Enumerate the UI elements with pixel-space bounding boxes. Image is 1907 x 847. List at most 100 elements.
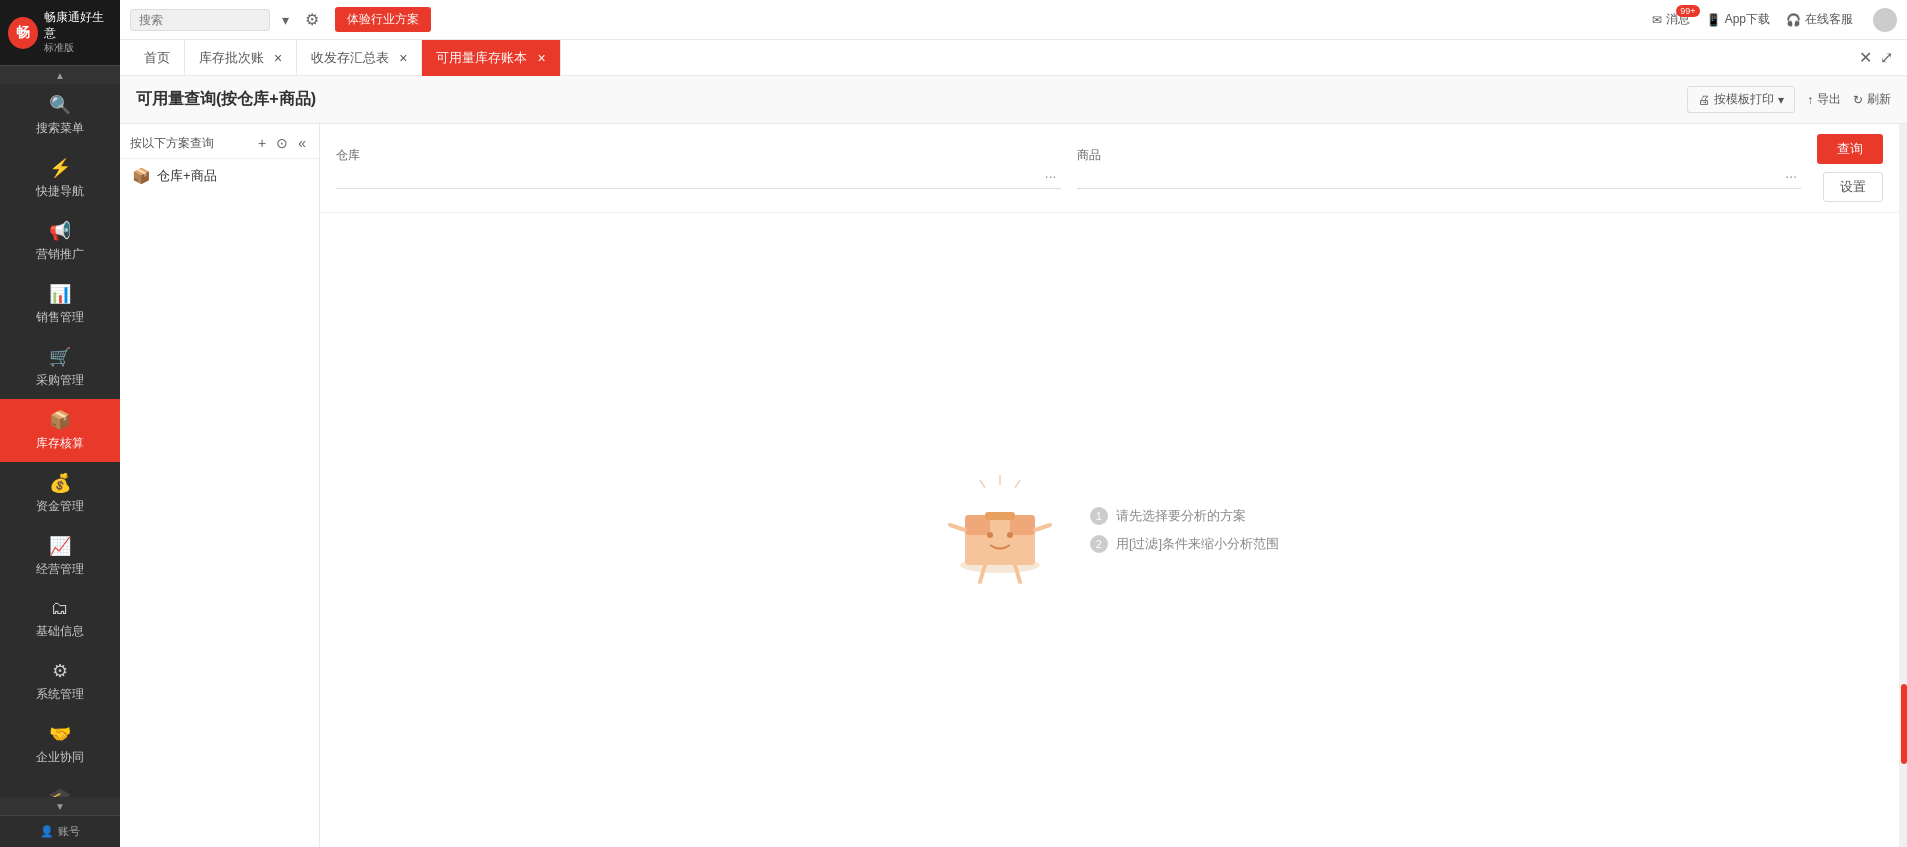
scheme-header: 按以下方案查询 + ⊙ «	[120, 124, 319, 159]
scheme-panel: 按以下方案查询 + ⊙ « 📦 仓库+商品	[120, 124, 320, 847]
tab-label: 库存批次账	[199, 49, 264, 67]
sidebar-icon: 🔍	[49, 94, 71, 116]
sidebar-user[interactable]: 👤 账号	[0, 816, 120, 847]
sidebar-icon: ⚡	[49, 157, 71, 179]
filter-row: 仓库 ··· 商品 ··· 查询 设置	[320, 124, 1899, 213]
sidebar-item-label: 基础信息	[36, 623, 84, 640]
tab-close-button[interactable]: ×	[395, 51, 407, 65]
sidebar-item-label: 库存核算	[36, 435, 84, 452]
tab-可用量库存账本[interactable]: 可用量库存账本×	[422, 40, 560, 76]
svg-rect-4	[985, 512, 1015, 520]
tab-label: 收发存汇总表	[311, 49, 389, 67]
hint-num-2: 2	[1090, 535, 1108, 553]
printer-icon: 🖨	[1698, 93, 1710, 107]
tab-库存批次账[interactable]: 库存批次账 ×	[185, 40, 297, 76]
sidebar-scroll-down[interactable]: ▼	[0, 797, 120, 815]
page-title: 可用量查询(按仓库+商品)	[136, 89, 316, 110]
app-download-item[interactable]: 📱 App下载	[1706, 11, 1770, 28]
empty-hint-1: 1 请先选择要分析的方案	[1090, 507, 1279, 525]
phone-icon: 📱	[1706, 13, 1721, 27]
tabbar-close-button[interactable]: ✕	[1855, 44, 1876, 71]
topbar: ▾ ⚙ 体验行业方案 ✉ 消息 99+ 📱 App下载 🎧 在线客服	[120, 0, 1907, 40]
svg-point-6	[1007, 532, 1013, 538]
refresh-icon: ↻	[1853, 93, 1863, 107]
sidebar-icon: 📢	[49, 220, 71, 242]
sidebar-item-快捷导航[interactable]: ⚡ 快捷导航	[0, 147, 120, 210]
tab-close-button[interactable]: ×	[533, 51, 545, 65]
warehouse-input[interactable]	[336, 169, 1041, 183]
sidebar-icon: 💰	[49, 472, 71, 494]
scrollbar-indicator[interactable]	[1901, 684, 1907, 764]
scheme-header-label: 按以下方案查询	[130, 135, 214, 152]
sidebar-item-搜索菜单[interactable]: 🔍 搜索菜单	[0, 84, 120, 147]
sidebar-header: 畅 畅康通好生意 标准版	[0, 0, 120, 66]
experience-button[interactable]: 体验行业方案	[335, 7, 431, 32]
app-edition: 标准版	[44, 41, 112, 55]
sidebar-icon: ⚙	[52, 660, 68, 682]
message-icon-item[interactable]: ✉ 消息 99+	[1652, 11, 1690, 28]
tab-首页[interactable]: 首页	[130, 40, 185, 76]
sidebar-item-采购管理[interactable]: 🛒 采购管理	[0, 336, 120, 399]
scheme-item-warehouse-product[interactable]: 📦 仓库+商品	[120, 159, 319, 193]
search-input[interactable]	[130, 9, 270, 31]
scheme-collapse-button[interactable]: «	[295, 134, 309, 152]
sidebar-item-label: 搜索菜单	[36, 120, 84, 137]
sidebar-icon: 🤝	[49, 723, 71, 745]
scheme-add-button[interactable]: +	[255, 134, 269, 152]
empty-svg	[940, 470, 1060, 590]
tabbar-maximize-button[interactable]: ⤢	[1876, 44, 1897, 71]
app-logo: 畅	[8, 17, 38, 49]
sidebar-item-label: 快捷导航	[36, 183, 84, 200]
avatar[interactable]	[1873, 8, 1897, 32]
sidebar-nav: 🔍 搜索菜单 ⚡ 快捷导航 📢 营销推广 📊 销售管理 🛒 采购管理 📦 库存核…	[0, 84, 120, 797]
online-service-label: 在线客服	[1805, 11, 1853, 28]
print-button[interactable]: 🖨 按模板打印 ▾	[1687, 86, 1795, 113]
product-label: 商品	[1077, 147, 1802, 164]
refresh-button[interactable]: ↻ 刷新	[1853, 91, 1891, 108]
filter-buttons: 查询 设置	[1817, 134, 1883, 202]
sidebar-item-企业协同[interactable]: 🤝 企业协同	[0, 713, 120, 776]
sidebar-item-label: 企业协同	[36, 749, 84, 766]
query-button[interactable]: 查询	[1817, 134, 1883, 164]
warehouse-more-button[interactable]: ···	[1041, 168, 1061, 184]
gear-button[interactable]: ⚙	[301, 8, 323, 31]
tab-close-button[interactable]: ×	[270, 51, 282, 65]
sidebar-icon: 🛒	[49, 346, 71, 368]
filter-area: 仓库 ··· 商品 ··· 查询 设置	[320, 124, 1899, 847]
sidebar: 畅 畅康通好生意 标准版 ▲ 🔍 搜索菜单 ⚡ 快捷导航 📢 营销推广 📊 销售…	[0, 0, 120, 847]
export-button[interactable]: ↑ 导出	[1807, 91, 1841, 108]
scheme-header-actions: + ⊙ «	[255, 134, 309, 152]
empty-state: 1 请先选择要分析的方案 2 用[过滤]条件来缩小分析范围	[320, 213, 1899, 847]
warehouse-label: 仓库	[336, 147, 1061, 164]
product-input-wrap: ···	[1077, 168, 1802, 189]
sidebar-item-经营管理[interactable]: 📈 经营管理	[0, 525, 120, 588]
svg-line-12	[1015, 480, 1020, 488]
sidebar-item-资金管理[interactable]: 💰 资金管理	[0, 462, 120, 525]
sidebar-item-label: 经营管理	[36, 561, 84, 578]
page-actions: 🖨 按模板打印 ▾ ↑ 导出 ↻ 刷新	[1687, 86, 1891, 113]
app-name: 畅康通好生意	[44, 10, 112, 41]
sidebar-scroll-up[interactable]: ▲	[0, 66, 120, 84]
sidebar-item-营销推广[interactable]: 📢 营销推广	[0, 210, 120, 273]
sidebar-item-系统管理[interactable]: ⚙ 系统管理	[0, 650, 120, 713]
tab-收发存汇总表[interactable]: 收发存汇总表 ×	[297, 40, 422, 76]
sidebar-item-销售管理[interactable]: 📊 销售管理	[0, 273, 120, 336]
product-more-button[interactable]: ···	[1781, 168, 1801, 184]
scheme-item-label: 仓库+商品	[157, 167, 217, 185]
user-label: 账号	[58, 824, 80, 839]
sidebar-item-基础信息[interactable]: 🗂 基础信息	[0, 588, 120, 650]
settings-button[interactable]: 设置	[1823, 172, 1883, 202]
product-input[interactable]	[1077, 169, 1782, 183]
hint-num-1: 1	[1090, 507, 1108, 525]
tabbar: 首页库存批次账×收发存汇总表×可用量库存账本×✕⤢	[120, 40, 1907, 76]
dropdown-button[interactable]: ▾	[278, 10, 293, 30]
page-header: 可用量查询(按仓库+商品) 🖨 按模板打印 ▾ ↑ 导出 ↻ 刷新	[120, 76, 1907, 124]
online-service-item[interactable]: 🎧 在线客服	[1786, 11, 1853, 28]
scheme-setting-button[interactable]: ⊙	[273, 134, 291, 152]
sidebar-item-新手引导[interactable]: 🎓 新手引导	[0, 776, 120, 797]
sidebar-item-库存核算[interactable]: 📦 库存核算	[0, 399, 120, 462]
sidebar-item-label: 系统管理	[36, 686, 84, 703]
app-download-label: App下载	[1725, 11, 1770, 28]
scheme-icon: 📦	[132, 167, 151, 185]
content-area: 按以下方案查询 + ⊙ « 📦 仓库+商品 仓库 ···	[120, 124, 1907, 847]
